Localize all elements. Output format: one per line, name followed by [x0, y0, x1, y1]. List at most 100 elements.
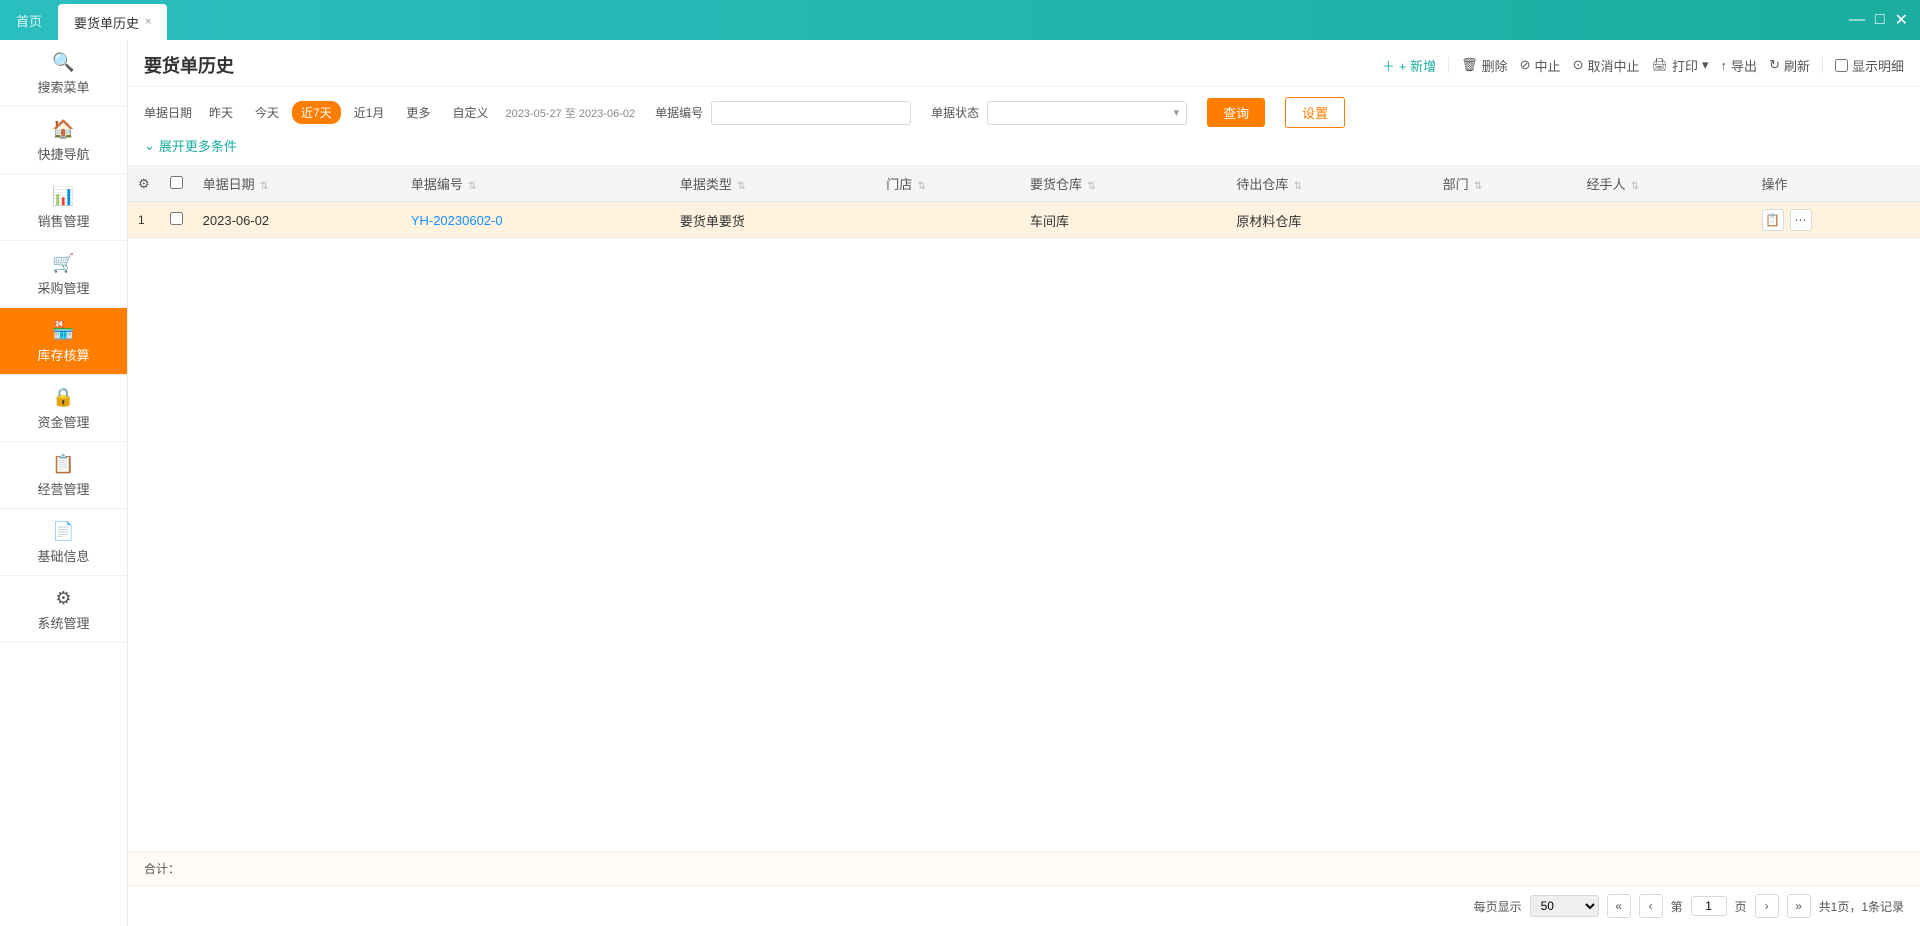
stop-button[interactable]: ⊘ 中止	[1520, 56, 1561, 75]
td-actions: 📋 ⋯	[1752, 202, 1920, 239]
sort-doc-date-icon[interactable]: ⇅	[260, 181, 268, 192]
page-size-label: 每页显示	[1474, 898, 1522, 915]
sidebar-item-ops-mgmt[interactable]: 📋 经营管理	[0, 442, 127, 509]
last-page-button[interactable]: »	[1787, 894, 1811, 918]
td-checkbox	[160, 202, 193, 239]
page-title: 要货单历史	[144, 52, 234, 78]
th-actions: 操作	[1752, 166, 1920, 202]
next-page-button[interactable]: ›	[1755, 894, 1779, 918]
sidebar-item-search-menu[interactable]: 🔍 搜索菜单	[0, 40, 127, 107]
date-btn-7days[interactable]: 近7天	[292, 101, 341, 124]
tab-purchase-history[interactable]: 要货单历史 ×	[58, 4, 167, 40]
doc-no-link[interactable]: YH-20230602-0	[411, 213, 503, 228]
table-container: ⚙ 单据日期 ⇅ 单据编号 ⇅	[128, 166, 1920, 851]
page-header: 要货单历史 ＋ + 新增 🗑 删除 ⊘ 中止 ⊙ 取消中止	[128, 40, 1920, 87]
expand-filter-button[interactable]: ⌄ 展开更多条件	[144, 136, 1904, 155]
sidebar-item-base-info[interactable]: 📄 基础信息	[0, 509, 127, 576]
prev-page-button[interactable]: ‹	[1639, 894, 1663, 918]
status-filter-group: 单据状态	[931, 101, 1187, 125]
expand-icon: ⌄	[144, 138, 155, 154]
maximize-icon[interactable]: □	[1875, 11, 1885, 29]
row-action-group: 📋 ⋯	[1762, 209, 1911, 231]
refresh-icon: ↻	[1769, 57, 1780, 73]
th-dept: 部门 ⇅	[1433, 166, 1577, 202]
cancel-stop-button[interactable]: ⊙ 取消中止	[1573, 56, 1640, 75]
td-doc-no: YH-20230602-0	[401, 202, 670, 239]
status-filter-select[interactable]	[987, 101, 1187, 125]
table-footer: 合计：	[128, 851, 1920, 885]
window-controls: — □ ✕	[1849, 10, 1920, 30]
total-info: 共1页，1条记录	[1819, 898, 1904, 915]
query-button[interactable]: 查询	[1207, 98, 1265, 127]
td-handler	[1576, 202, 1751, 239]
th-settings: ⚙	[128, 166, 160, 202]
tab-list: 首页 要货单历史 ×	[0, 0, 1849, 40]
summary-label: 合计：	[144, 860, 180, 877]
date-btn-1month[interactable]: 近1月	[345, 101, 394, 124]
sidebar-item-sys-mgmt[interactable]: ⚙ 系统管理	[0, 576, 127, 643]
close-icon[interactable]: ✕	[1895, 10, 1908, 30]
sidebar-item-inventory-calc[interactable]: 🏪 库存核算	[0, 308, 127, 375]
settings-icon[interactable]: ⚙	[138, 176, 150, 191]
sidebar-item-sales-mgmt[interactable]: 📊 销售管理	[0, 174, 127, 241]
td-req-warehouse: 车间库	[1020, 202, 1226, 239]
sys-mgmt-icon: ⚙	[55, 588, 71, 609]
print-dropdown-icon: ▾	[1702, 57, 1709, 73]
inventory-calc-icon: 🏪	[52, 320, 74, 341]
date-filter-label: 单据日期	[144, 104, 192, 121]
new-button[interactable]: ＋ + 新增	[1382, 56, 1436, 75]
page-size-select[interactable]: 10 20 50 100	[1530, 895, 1599, 917]
refresh-button[interactable]: ↻ 刷新	[1769, 56, 1810, 75]
th-handler: 经手人 ⇅	[1576, 166, 1751, 202]
page-number-input[interactable]	[1691, 896, 1727, 916]
date-btn-group: 昨天 今天 近7天 近1月 更多 自定义	[200, 101, 497, 124]
sort-store-icon[interactable]: ⇅	[918, 181, 926, 192]
th-doc-no: 单据编号 ⇅	[401, 166, 670, 202]
date-btn-custom[interactable]: 自定义	[443, 101, 497, 124]
page-label: 页	[1735, 898, 1747, 915]
sidebar-item-purchase-mgmt[interactable]: 🛒 采购管理	[0, 241, 127, 308]
filter-area: 单据日期 昨天 今天 近7天 近1月 更多 自定义 2023-05-27 至 2…	[128, 87, 1920, 166]
export-button[interactable]: ↑ 导出	[1721, 56, 1758, 75]
sort-doc-no-icon[interactable]: ⇅	[468, 181, 476, 192]
data-table: ⚙ 单据日期 ⇅ 单据编号 ⇅	[128, 166, 1920, 239]
row-more-button[interactable]: ⋯	[1790, 209, 1812, 231]
row-view-button[interactable]: 📋	[1762, 209, 1784, 231]
td-dept	[1433, 202, 1577, 239]
minimize-icon[interactable]: —	[1849, 11, 1865, 29]
sidebar-item-quick-nav[interactable]: 🏠 快捷导航	[0, 107, 127, 174]
show-detail-checkbox[interactable]	[1835, 59, 1848, 72]
close-tab-icon[interactable]: ×	[145, 16, 151, 28]
setting-button[interactable]: 设置	[1285, 97, 1345, 128]
search-menu-icon: 🔍	[52, 52, 74, 73]
td-store	[876, 202, 1020, 239]
divider-2	[1822, 57, 1823, 73]
row-checkbox[interactable]	[170, 212, 183, 225]
status-filter-label: 单据状态	[931, 104, 979, 121]
tab-home[interactable]: 首页	[0, 0, 58, 40]
sort-dept-icon[interactable]: ⇅	[1474, 181, 1482, 192]
stop-icon: ⊘	[1520, 57, 1531, 73]
sort-req-warehouse-icon[interactable]: ⇅	[1087, 181, 1095, 192]
top-bar: 首页 要货单历史 × — □ ✕	[0, 0, 1920, 40]
date-range-display: 2023-05-27 至 2023-06-02	[505, 105, 635, 121]
td-doc-date: 2023-06-02	[193, 202, 401, 239]
sort-pending-warehouse-icon[interactable]: ⇅	[1294, 181, 1302, 192]
print-button[interactable]: 🖨 打印 ▾	[1651, 56, 1708, 75]
date-btn-more[interactable]: 更多	[397, 101, 439, 124]
show-detail-checkbox-group[interactable]: 显示明细	[1835, 56, 1904, 75]
delete-button[interactable]: 🗑 删除	[1461, 56, 1508, 75]
sidebar-item-finance-mgmt[interactable]: 🔒 资金管理	[0, 375, 127, 442]
table-row: 1 2023-06-02 YH-20230602-0 要货单要货	[128, 202, 1920, 239]
sort-handler-icon[interactable]: ⇅	[1631, 181, 1639, 192]
sort-doc-type-icon[interactable]: ⇅	[737, 181, 745, 192]
docno-filter-input[interactable]	[711, 101, 911, 125]
base-info-icon: 📄	[52, 521, 74, 542]
first-page-button[interactable]: «	[1607, 894, 1631, 918]
export-icon: ↑	[1721, 58, 1728, 73]
date-btn-yesterday[interactable]: 昨天	[200, 101, 242, 124]
finance-mgmt-icon: 🔒	[52, 387, 74, 408]
date-btn-today[interactable]: 今天	[246, 101, 288, 124]
select-all-checkbox[interactable]	[170, 176, 183, 189]
table-header-row: ⚙ 单据日期 ⇅ 单据编号 ⇅	[128, 166, 1920, 202]
